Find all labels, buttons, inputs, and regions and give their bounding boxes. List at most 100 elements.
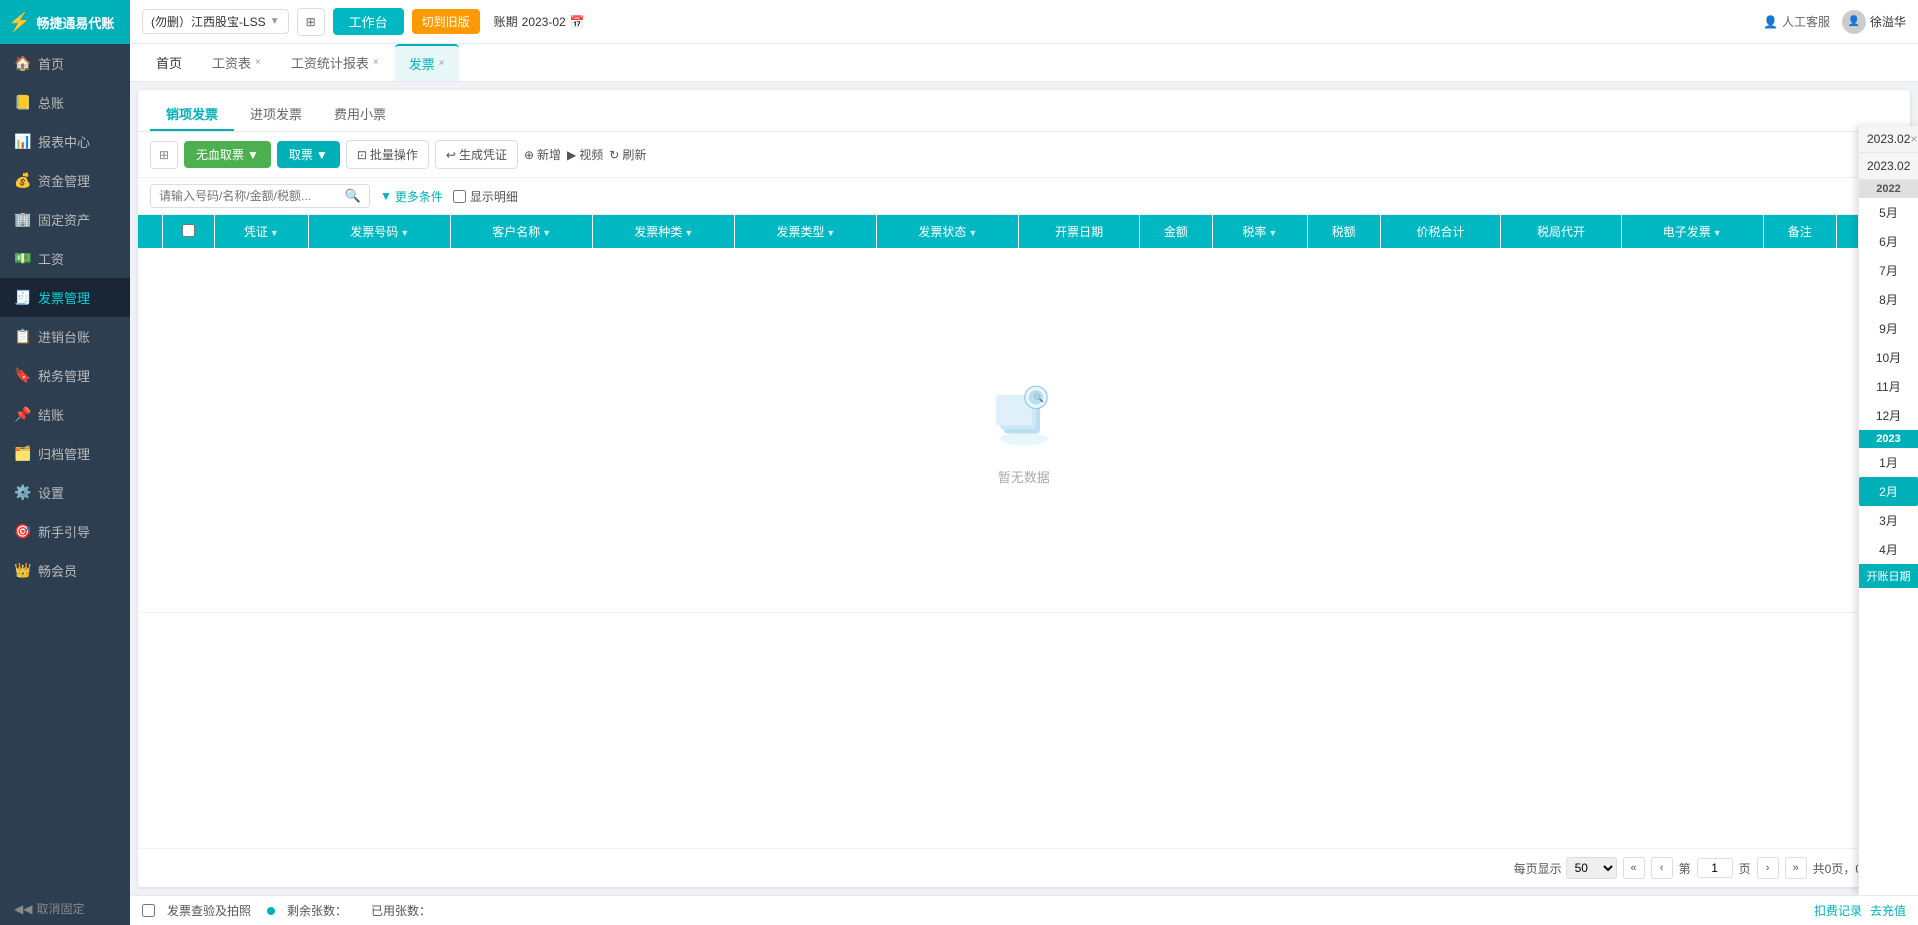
user-name: 徐溢华 xyxy=(1870,13,1906,30)
month-active[interactable]: 2月 xyxy=(1859,477,1918,506)
user-profile[interactable]: 👤 徐溢华 xyxy=(1842,10,1906,34)
month-10月[interactable]: 10月 xyxy=(1859,343,1918,372)
sidebar-bottom[interactable]: ◀◀ 取消固定 xyxy=(0,892,130,925)
col-label-total: 价税合计 xyxy=(1416,225,1464,239)
search-icon[interactable]: 🔍 xyxy=(345,188,361,204)
verify-label: 发票查验及拍照 xyxy=(167,902,251,919)
sidebar-item-归档管理[interactable]: 🗂️归档管理 xyxy=(0,434,130,473)
select-all-checkbox[interactable] xyxy=(182,224,195,237)
sidebar-icon-2: 📊 xyxy=(14,133,30,150)
sidebar-item-总账[interactable]: 📒总账 xyxy=(0,83,130,122)
sidebar-item-新手引导[interactable]: 🎯新手引导 xyxy=(0,512,130,551)
company-selector[interactable]: (勿删）江西股宝-LSS ▼ xyxy=(142,9,289,34)
subtab-0[interactable]: 销项发票 xyxy=(150,98,234,131)
col-filter-invoice_status[interactable]: ▼ xyxy=(968,228,977,238)
sidebar-label-0: 首页 xyxy=(38,54,64,73)
sidebar-item-畅会员[interactable]: 👑畅会员 xyxy=(0,551,130,590)
take-ticket-btn[interactable]: 取票 ▼ xyxy=(277,141,340,168)
col-filter-voucher[interactable]: ▼ xyxy=(270,228,279,238)
prev-page-btn[interactable]: ‹ xyxy=(1651,857,1673,879)
sidebar-label-13: 畅会员 xyxy=(38,561,77,580)
col-header-invoice_category: 发票类型▼ xyxy=(735,215,877,248)
tab-label-3: 发票 xyxy=(409,54,435,73)
show-detail-checkbox[interactable] xyxy=(453,190,466,203)
sidebar-item-工资[interactable]: 💵工资 xyxy=(0,239,130,278)
customer-service-btn[interactable]: 👤 人工客服 xyxy=(1763,13,1830,30)
sidebar-item-进销台账[interactable]: 📋进销台账 xyxy=(0,317,130,356)
month-3月[interactable]: 3月 xyxy=(1859,506,1918,535)
month-5月[interactable]: 5月 xyxy=(1859,198,1918,227)
search-input[interactable] xyxy=(159,189,341,203)
first-page-btn[interactable]: « xyxy=(1623,857,1645,879)
tab-close-2[interactable]: × xyxy=(373,57,379,68)
month-8月[interactable]: 8月 xyxy=(1859,285,1918,314)
month-12月[interactable]: 12月 xyxy=(1859,401,1918,430)
date-panel-header2: 2023.02 xyxy=(1859,153,1918,180)
tab-0[interactable]: 首页 xyxy=(142,44,196,81)
next-page-btn[interactable]: › xyxy=(1757,857,1779,879)
open-period-label[interactable]: 开账日期 xyxy=(1859,564,1918,588)
page-size-select[interactable]: 50 10 20 100 xyxy=(1566,857,1617,879)
sidebar-item-税务管理[interactable]: 🔖税务管理 xyxy=(0,356,130,395)
col-filter-invoice_no[interactable]: ▼ xyxy=(400,228,409,238)
grid-settings-icon[interactable]: ⊞ xyxy=(150,141,178,169)
col-label-remark: 备注 xyxy=(1788,225,1812,239)
col-filter-customer[interactable]: ▼ xyxy=(542,228,551,238)
no-tax-btn[interactable]: 无血取票 ▼ xyxy=(184,141,271,168)
month-9月[interactable]: 9月 xyxy=(1859,314,1918,343)
workbench-button[interactable]: 工作台 xyxy=(333,8,404,35)
calendar-icon: 📅 xyxy=(570,15,585,29)
tab-close-3[interactable]: × xyxy=(439,58,445,69)
col-filter-invoice_category[interactable]: ▼ xyxy=(826,228,835,238)
video-btn[interactable]: ▶ 视频 xyxy=(567,146,603,163)
sidebar-item-发票管理[interactable]: 🧾发票管理 xyxy=(0,278,130,317)
year-2022-label: 2022 xyxy=(1859,180,1918,198)
page-number-input[interactable] xyxy=(1697,858,1733,878)
tab-close-1[interactable]: × xyxy=(255,57,261,68)
tabbar: 首页工资表× 工资统计报表 × 发票 × xyxy=(130,44,1918,82)
no-tax-label: 无血取票 xyxy=(196,146,244,163)
sidebar-item-设置[interactable]: ⚙️设置 xyxy=(0,473,130,512)
fee-records-link[interactable]: 扣费记录 xyxy=(1814,902,1862,919)
col-header-checkbox xyxy=(163,215,214,248)
sidebar-item-资金管理[interactable]: 💰资金管理 xyxy=(0,161,130,200)
refresh-btn[interactable]: ↻ 刷新 xyxy=(609,146,646,163)
logo-text: 畅捷通易代账 xyxy=(36,13,114,32)
subtab-1[interactable]: 进项发票 xyxy=(234,98,318,131)
col-filter-electronic[interactable]: ▼ xyxy=(1713,228,1722,238)
recharge-link[interactable]: 去充值 xyxy=(1870,902,1906,919)
switch-version-button[interactable]: 切到旧版 xyxy=(412,9,480,34)
month-1月[interactable]: 1月 xyxy=(1859,448,1918,477)
sidebar-item-报表中心[interactable]: 📊报表中心 xyxy=(0,122,130,161)
sidebar-label-8: 税务管理 xyxy=(38,366,90,385)
verify-checkbox[interactable] xyxy=(142,904,155,917)
gen-voucher-btn[interactable]: ↩ 生成凭证 xyxy=(435,140,518,169)
tab-3[interactable]: 发票 × xyxy=(395,44,459,81)
month-11月[interactable]: 11月 xyxy=(1859,372,1918,401)
status-dot xyxy=(267,907,275,915)
sidebar-item-结账[interactable]: 📌结账 xyxy=(0,395,130,434)
add-new-btn[interactable]: ⊕ 新增 xyxy=(524,146,561,163)
date-panel-close-btn[interactable]: × xyxy=(1910,132,1917,146)
col-filter-invoice_type[interactable]: ▼ xyxy=(684,228,693,238)
period-value: 2023-02 xyxy=(522,15,566,29)
col-label-amount: 金额 xyxy=(1164,225,1188,239)
tab-2[interactable]: 工资统计报表 × xyxy=(277,44,393,81)
month-6月[interactable]: 6月 xyxy=(1859,227,1918,256)
last-page-btn[interactable]: » xyxy=(1785,857,1807,879)
sidebar-item-首页[interactable]: 🏠首页 xyxy=(0,44,130,83)
tab-1[interactable]: 工资表× xyxy=(198,44,275,81)
add-label: 新增 xyxy=(537,146,561,163)
more-conditions-btn[interactable]: ▼ 更多条件 xyxy=(380,188,443,205)
batch-ops-btn[interactable]: ⊡ 批量操作 xyxy=(346,140,429,169)
month-4月[interactable]: 4月 xyxy=(1859,535,1918,564)
col-label-customer: 客户名称 xyxy=(492,225,540,239)
subtab-2[interactable]: 费用小票 xyxy=(318,98,402,131)
tab-label-2: 工资统计报表 xyxy=(291,53,369,72)
empty-state: 🔍 暂无数据 xyxy=(144,255,1904,605)
month-7月[interactable]: 7月 xyxy=(1859,256,1918,285)
data-table: 凭证▼发票号码▼客户名称▼发票种类▼发票类型▼发票状态▼开票日期金额税率▼税额价… xyxy=(138,215,1910,613)
col-filter-tax_rate[interactable]: ▼ xyxy=(1268,228,1277,238)
company-settings-btn[interactable]: ⊞ xyxy=(297,8,325,36)
sidebar-item-固定资产[interactable]: 🏢固定资产 xyxy=(0,200,130,239)
